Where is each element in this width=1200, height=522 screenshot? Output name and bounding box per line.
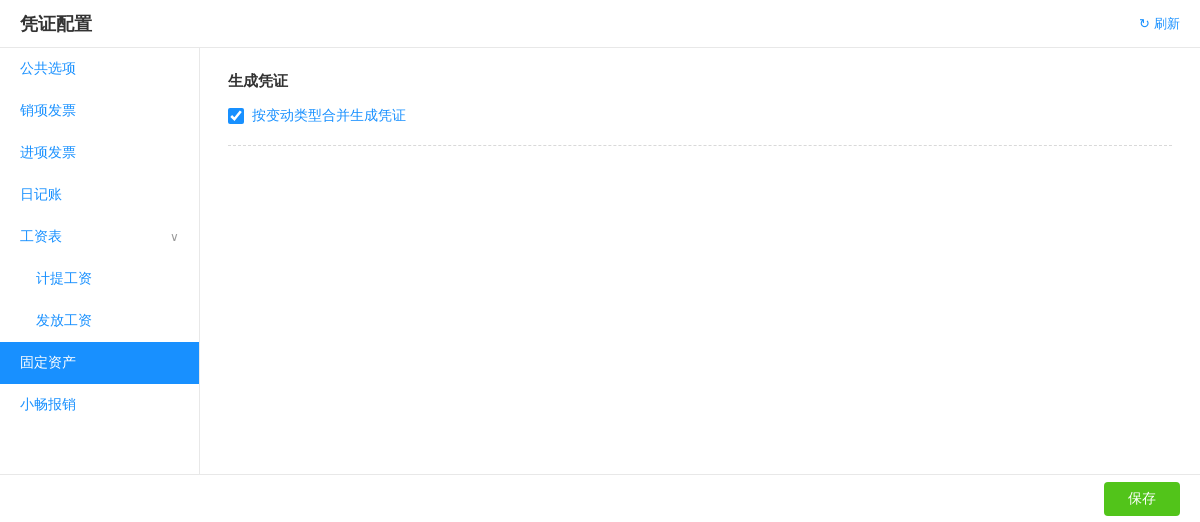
- sidebar-item-label: 固定资产: [20, 354, 76, 372]
- merge-type-checkbox[interactable]: [228, 108, 244, 124]
- sidebar-item-label: 计提工资: [36, 270, 92, 288]
- refresh-icon: ↻: [1139, 16, 1150, 31]
- merge-type-label[interactable]: 按变动类型合并生成凭证: [252, 107, 406, 125]
- content-area: 生成凭证 按变动类型合并生成凭证: [200, 48, 1200, 474]
- sidebar-item-accrued-salary[interactable]: 计提工资: [0, 258, 199, 300]
- sidebar-item-payroll[interactable]: 工资表 ∨: [0, 216, 199, 258]
- section-title: 生成凭证: [228, 72, 1172, 91]
- sidebar-item-label: 日记账: [20, 186, 62, 204]
- sidebar-item-public-options[interactable]: 公共选项: [0, 48, 199, 90]
- sidebar-item-label: 公共选项: [20, 60, 76, 78]
- sidebar-item-expense-report[interactable]: 小畅报销: [0, 384, 199, 426]
- refresh-button[interactable]: ↻ 刷新: [1139, 15, 1180, 33]
- sidebar-item-sales-invoice[interactable]: 销项发票: [0, 90, 199, 132]
- refresh-label: 刷新: [1154, 15, 1180, 33]
- sidebar-item-label: 销项发票: [20, 102, 76, 120]
- footer: 保存: [0, 474, 1200, 522]
- sidebar-item-fixed-assets[interactable]: 固定资产: [0, 342, 199, 384]
- main-layout: 公共选项销项发票进项发票日记账工资表 ∨ 计提工资发放工资固定资产小畅报销 生成凭证…: [0, 48, 1200, 474]
- section-divider: [228, 145, 1172, 146]
- checkbox-row: 按变动类型合并生成凭证: [228, 107, 1172, 125]
- sidebar-item-label: 进项发票: [20, 144, 76, 162]
- sidebar-item-label: 小畅报销: [20, 396, 76, 414]
- sidebar-item-pay-salary[interactable]: 发放工资: [0, 300, 199, 342]
- page-title: 凭证配置: [20, 12, 92, 36]
- chevron-down-icon: ∨: [170, 230, 179, 244]
- save-button[interactable]: 保存: [1104, 482, 1180, 516]
- sidebar-item-purchase-invoice[interactable]: 进项发票: [0, 132, 199, 174]
- header: 凭证配置 ↻ 刷新: [0, 0, 1200, 48]
- sidebar: 公共选项销项发票进项发票日记账工资表 ∨ 计提工资发放工资固定资产小畅报销: [0, 48, 200, 474]
- sidebar-item-label: 工资表: [20, 228, 62, 246]
- sidebar-item-journal[interactable]: 日记账: [0, 174, 199, 216]
- sidebar-item-label: 发放工资: [36, 312, 92, 330]
